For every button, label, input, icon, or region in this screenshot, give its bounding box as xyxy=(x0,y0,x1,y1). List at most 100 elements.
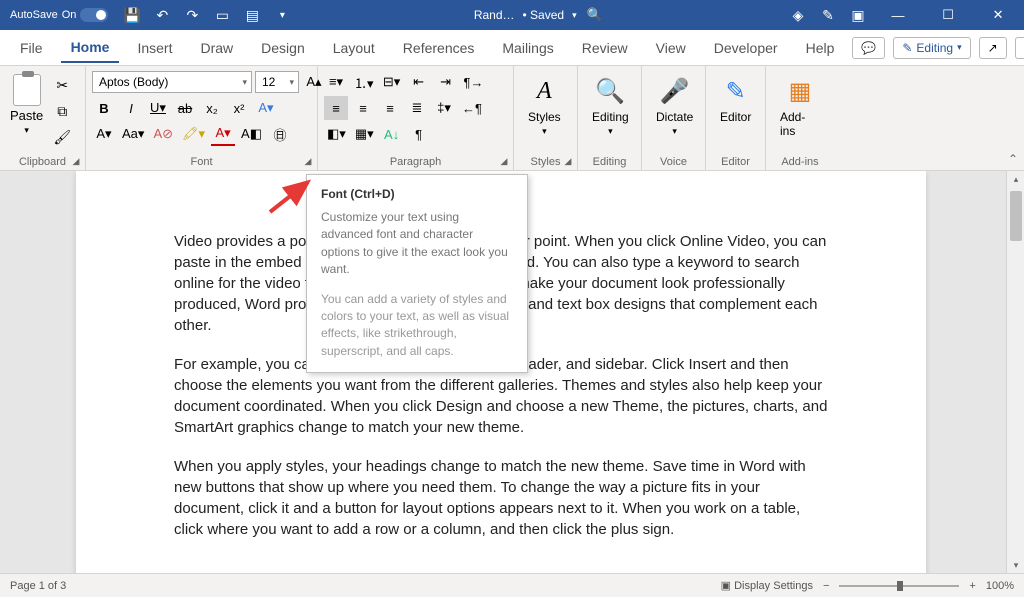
minimize-button[interactable]: — xyxy=(876,0,920,30)
editing-mode-button[interactable]: ✎ Editing ▾ xyxy=(893,37,970,59)
scroll-down-icon[interactable]: ▾ xyxy=(1007,557,1024,573)
share-button[interactable]: ↗ xyxy=(979,37,1007,59)
document-title[interactable]: Rand… • Saved ▾ xyxy=(474,8,577,22)
tab-insert[interactable]: Insert xyxy=(127,34,182,62)
diamond-icon[interactable]: ◈ xyxy=(786,3,810,27)
tab-help[interactable]: Help xyxy=(796,34,845,62)
tab-view[interactable]: View xyxy=(646,34,696,62)
scroll-thumb[interactable] xyxy=(1010,191,1022,241)
styles-button[interactable]: A Styles ▾ xyxy=(520,70,569,141)
display-settings-button[interactable]: ▣ Display Settings xyxy=(721,579,813,592)
qat-icon[interactable]: ▭ xyxy=(210,3,234,27)
editing-button[interactable]: 🔍 Editing ▾ xyxy=(584,70,637,141)
maximize-button[interactable]: ☐ xyxy=(926,0,970,30)
show-marks-icon[interactable]: ¶ xyxy=(407,122,431,146)
text-effects-icon[interactable]: A▾ xyxy=(254,96,278,120)
align-right-icon[interactable]: ≡ xyxy=(378,96,402,120)
numbering-icon[interactable]: ⒈▾ xyxy=(351,70,377,94)
zoom-out-button[interactable]: − xyxy=(823,580,829,592)
italic-button[interactable]: I xyxy=(119,96,143,120)
bold-button[interactable]: B xyxy=(92,96,116,120)
paragraph-launcher[interactable]: ◢ xyxy=(497,154,511,168)
font-name-combo[interactable]: Aptos (Body) xyxy=(92,71,252,93)
enclose-icon[interactable]: ㊐ xyxy=(268,122,292,146)
bullets-icon[interactable]: ≡▾ xyxy=(324,70,348,94)
decrease-indent-icon[interactable]: ⇤ xyxy=(407,70,431,94)
clipboard-icon xyxy=(13,74,41,106)
styles-launcher[interactable]: ◢ xyxy=(561,154,575,168)
close-button[interactable]: ✕ xyxy=(976,0,1020,30)
align-center-icon[interactable]: ≡ xyxy=(351,96,375,120)
ribbon-tabs: File Home Insert Draw Design Layout Refe… xyxy=(0,30,1024,66)
tab-file[interactable]: File xyxy=(10,34,53,62)
ltr-icon[interactable]: ¶→ xyxy=(461,70,487,94)
addins-button[interactable]: ▦ Add-ins xyxy=(772,70,828,142)
font-color-icon[interactable]: A▾ xyxy=(211,122,235,146)
tab-home[interactable]: Home xyxy=(61,33,120,63)
qat-icon-2[interactable]: ▤ xyxy=(240,3,264,27)
zoom-level[interactable]: 100% xyxy=(986,580,1014,592)
search-icon: 🔍 xyxy=(595,74,625,108)
rtl-icon[interactable]: ←¶ xyxy=(459,96,485,120)
paragraph[interactable]: When you apply styles, your headings cha… xyxy=(174,456,828,540)
tab-review[interactable]: Review xyxy=(572,34,638,62)
scroll-up-icon[interactable]: ▴ xyxy=(1007,171,1024,187)
format-painter-icon[interactable]: 🖌 xyxy=(51,126,73,148)
page-indicator[interactable]: Page 1 of 3 xyxy=(10,580,66,592)
autosave-control[interactable]: AutoSave On xyxy=(4,7,114,23)
paste-button[interactable]: Paste ▾ xyxy=(6,70,47,140)
increase-indent-icon[interactable]: ⇥ xyxy=(434,70,458,94)
justify-icon[interactable]: ≣ xyxy=(405,96,429,120)
status-bar: Page 1 of 3 ▣ Display Settings − + 100% xyxy=(0,573,1024,597)
profile-button[interactable]: 👤 xyxy=(1015,37,1024,59)
clipboard-launcher[interactable]: ◢ xyxy=(69,154,83,168)
tab-references[interactable]: References xyxy=(393,34,485,62)
strike-button[interactable]: ab xyxy=(173,96,197,120)
change-case-icon[interactable]: Aa▾ xyxy=(119,122,147,146)
autosave-label: AutoSave xyxy=(10,9,58,21)
multilevel-icon[interactable]: ⊟▾ xyxy=(380,70,404,94)
subscript-button[interactable]: x₂ xyxy=(200,96,224,120)
superscript-button[interactable]: x² xyxy=(227,96,251,120)
tab-design[interactable]: Design xyxy=(251,34,315,62)
tab-mailings[interactable]: Mailings xyxy=(492,34,563,62)
dictate-button[interactable]: 🎤 Dictate ▾ xyxy=(648,70,701,141)
comments-button[interactable]: 💬 xyxy=(852,37,885,59)
vertical-scrollbar[interactable]: ▴ ▾ xyxy=(1006,171,1024,573)
chevron-down-icon: ▾ xyxy=(24,125,29,136)
group-paragraph: ≡▾ ⒈▾ ⊟▾ ⇤ ⇥ ¶→ ≡ ≡ ≡ ≣ ‡▾ ←¶ ◧▾ ▦ xyxy=(318,66,514,170)
tooltip-body: Customize your text using advanced font … xyxy=(321,209,513,279)
zoom-in-button[interactable]: + xyxy=(969,580,975,592)
redo-icon[interactable]: ↷ xyxy=(180,3,204,27)
group-label: Voice xyxy=(648,154,699,168)
highlight-icon[interactable]: 🖍▾ xyxy=(179,122,208,146)
borders-icon[interactable]: ▦▾ xyxy=(352,122,377,146)
tab-developer[interactable]: Developer xyxy=(704,34,788,62)
shrink-font-icon[interactable]: A▾ xyxy=(92,122,116,146)
cut-icon[interactable]: ✂ xyxy=(51,74,73,96)
window-icon[interactable]: ▣ xyxy=(846,3,870,27)
underline-button[interactable]: U▾ xyxy=(146,96,170,120)
font-dialog-launcher[interactable]: ◢ xyxy=(301,154,315,168)
qat-more-icon[interactable]: ▾ xyxy=(270,3,294,27)
tab-draw[interactable]: Draw xyxy=(190,34,243,62)
title-bar: AutoSave On 💾 ↶ ↷ ▭ ▤ ▾ Rand… • Saved ▾ … xyxy=(0,0,1024,30)
sort-icon[interactable]: A↓ xyxy=(380,122,404,146)
undo-icon[interactable]: ↶ xyxy=(150,3,174,27)
search-icon[interactable]: 🔍 xyxy=(583,3,607,27)
toggle-icon[interactable] xyxy=(80,8,108,22)
zoom-slider[interactable] xyxy=(839,585,959,587)
wand-icon[interactable]: ✎ xyxy=(816,3,840,27)
ribbon-body: Paste ▾ ✂ ⧉ 🖌 Clipboard ◢ Aptos (Body) 1… xyxy=(0,66,1024,171)
line-spacing-icon[interactable]: ‡▾ xyxy=(432,96,456,120)
copy-icon[interactable]: ⧉ xyxy=(51,100,73,122)
align-left-icon[interactable]: ≡ xyxy=(324,96,348,120)
font-size-combo[interactable]: 12 xyxy=(255,71,299,93)
clear-format-icon[interactable]: A⊘ xyxy=(150,122,176,146)
shading-icon[interactable]: ◧▾ xyxy=(324,122,349,146)
save-icon[interactable]: 💾 xyxy=(120,3,144,27)
character-shading-icon[interactable]: A◧ xyxy=(238,122,265,146)
tab-layout[interactable]: Layout xyxy=(323,34,385,62)
collapse-ribbon-icon[interactable]: ⌃ xyxy=(1008,152,1018,166)
editor-button[interactable]: ✎ Editor xyxy=(712,70,759,128)
